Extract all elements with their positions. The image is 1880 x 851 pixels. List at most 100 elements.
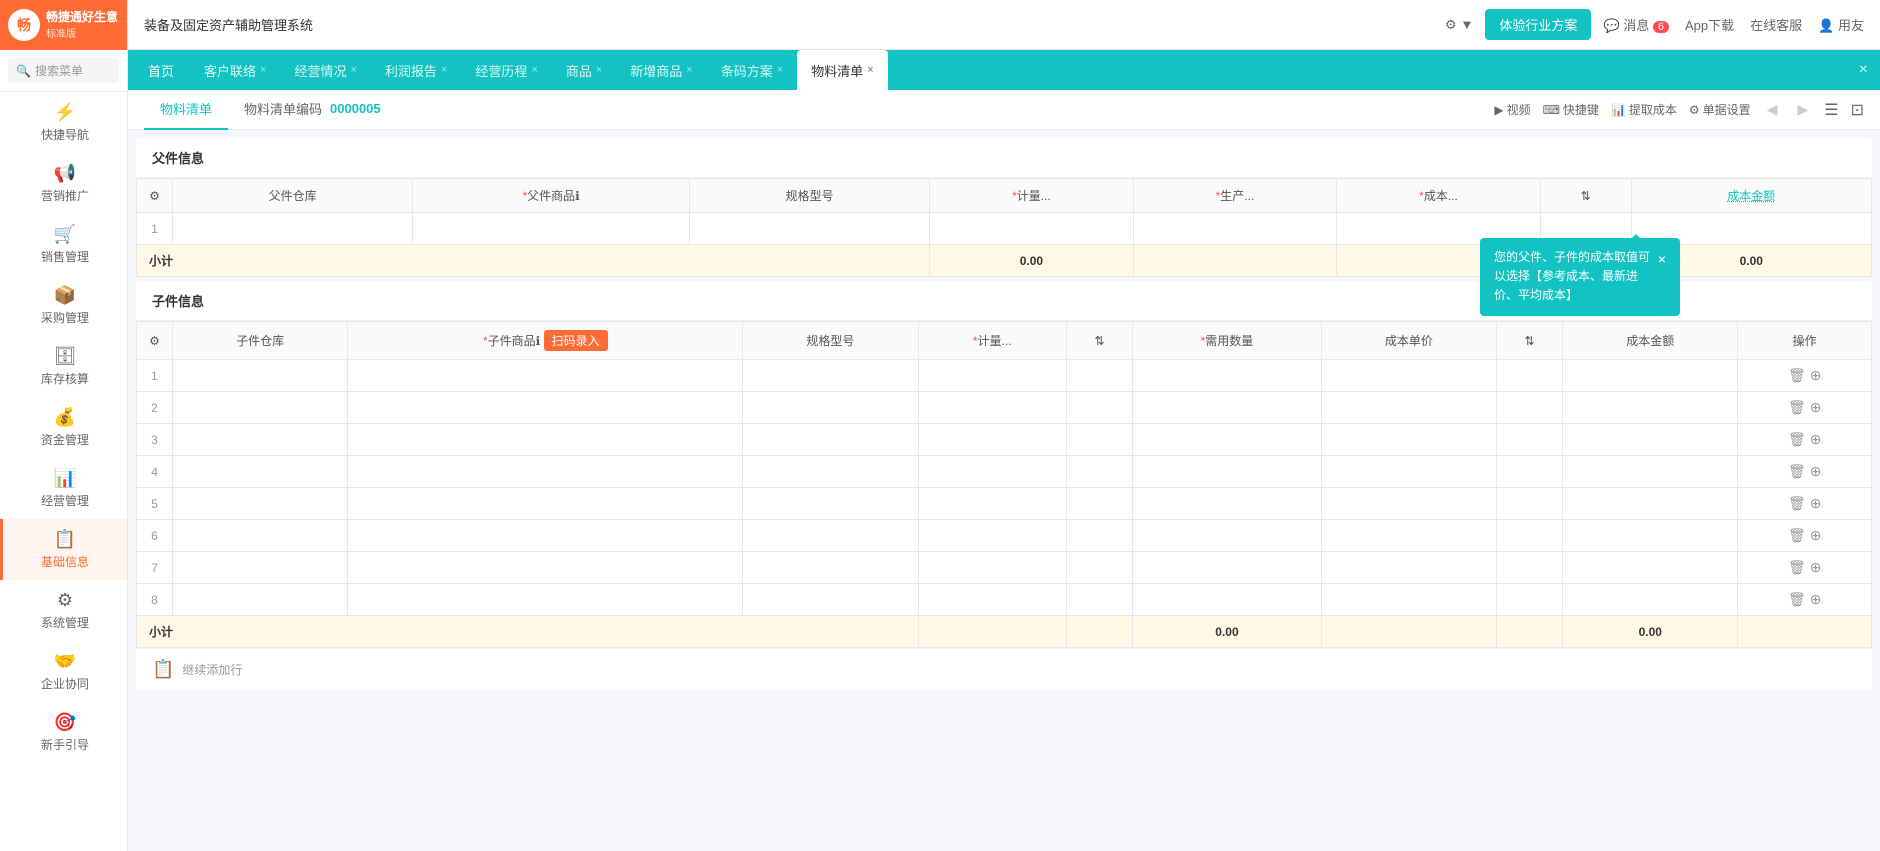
child-warehouse-cell[interactable] (173, 552, 348, 584)
child-qty-cell[interactable] (1133, 360, 1322, 392)
child-unit-cell[interactable] (918, 584, 1066, 616)
th-settings[interactable]: ⚙ (137, 179, 173, 213)
child-spec-cell[interactable] (743, 424, 918, 456)
child-unit-cell[interactable] (918, 360, 1066, 392)
child-product-cell[interactable] (348, 520, 743, 552)
child-warehouse-cell[interactable] (173, 456, 348, 488)
user-menu[interactable]: 👤 用友 (1818, 15, 1864, 34)
child-qty-cell[interactable] (1133, 456, 1322, 488)
child-unit-cost-cell[interactable] (1321, 584, 1496, 616)
child-spec-cell[interactable] (743, 392, 918, 424)
child-spec-cell[interactable] (743, 520, 918, 552)
nav-close-all-btn[interactable]: × (1851, 61, 1876, 79)
delete-icon[interactable]: 🗑 (1788, 431, 1806, 448)
close-icon[interactable]: × (350, 64, 356, 76)
parent-unit-cell[interactable] (930, 213, 1134, 245)
nav-tab-operations[interactable]: 经营情况 × (280, 50, 370, 90)
delete-icon[interactable]: 🗑 (1788, 367, 1806, 384)
child-warehouse-cell[interactable] (173, 424, 348, 456)
child-unit-cell[interactable] (918, 456, 1066, 488)
video-link[interactable]: ▶ 视频 (1494, 101, 1530, 118)
child-spec-cell[interactable] (743, 552, 918, 584)
child-spec-cell[interactable] (743, 584, 918, 616)
nav-tab-products[interactable]: 商品 × (552, 50, 616, 90)
close-icon[interactable]: × (260, 64, 266, 76)
child-product-cell[interactable] (348, 488, 743, 520)
sidebar-item-5[interactable]: 💰 资金管理 (0, 397, 127, 458)
child-unit-cell[interactable] (918, 520, 1066, 552)
child-qty-cell[interactable] (1133, 584, 1322, 616)
sidebar-item-7[interactable]: 📋 基础信息 (0, 519, 127, 580)
child-product-cell[interactable] (348, 360, 743, 392)
sidebar-item-10[interactable]: 🎯 新手引导 (0, 702, 127, 763)
child-warehouse-cell[interactable] (173, 520, 348, 552)
copy-icon[interactable]: ⊕ (1810, 527, 1822, 544)
nav-tab-profit[interactable]: 利润报告 × (371, 50, 461, 90)
close-icon[interactable]: × (777, 64, 783, 76)
child-unit-cost-cell[interactable] (1321, 392, 1496, 424)
parent-warehouse-cell[interactable] (173, 213, 413, 245)
child-product-cell[interactable] (348, 584, 743, 616)
child-qty-cell[interactable] (1133, 392, 1322, 424)
copy-icon[interactable]: ⊕ (1810, 463, 1822, 480)
prev-arrow[interactable]: ◀ (1763, 99, 1782, 120)
child-unit-cost-cell[interactable] (1321, 520, 1496, 552)
tooltip-close-btn[interactable]: × (1658, 248, 1666, 270)
child-product-cell[interactable] (348, 456, 743, 488)
close-icon[interactable]: × (441, 64, 447, 76)
nav-tab-history[interactable]: 经营历程 × (461, 50, 551, 90)
child-warehouse-cell[interactable] (173, 584, 348, 616)
delete-icon[interactable]: 🗑 (1788, 527, 1806, 544)
child-warehouse-cell[interactable] (173, 488, 348, 520)
th-child-settings[interactable]: ⚙ (137, 322, 173, 360)
child-unit-cost-cell[interactable] (1321, 360, 1496, 392)
child-qty-cell[interactable] (1133, 552, 1322, 584)
delete-icon[interactable]: 🗑 (1788, 463, 1806, 480)
child-unit-cost-cell[interactable] (1321, 552, 1496, 584)
expand-icon[interactable]: ⊡ (1851, 100, 1864, 120)
add-row-icon[interactable]: 📋 (152, 659, 174, 680)
layout-icon[interactable]: ☰ (1824, 100, 1838, 120)
copy-icon[interactable]: ⊕ (1810, 559, 1822, 576)
child-product-cell[interactable] (348, 424, 743, 456)
parent-spec-cell[interactable] (689, 213, 929, 245)
shortcut-link[interactable]: ⌨ 快捷键 (1543, 101, 1599, 118)
topbar-settings[interactable]: ⚙ ▼ (1445, 17, 1474, 33)
child-spec-cell[interactable] (743, 456, 918, 488)
messages-link[interactable]: 💬 消息 6 (1603, 15, 1669, 34)
close-icon[interactable]: × (867, 64, 873, 76)
copy-icon[interactable]: ⊕ (1810, 367, 1822, 384)
app-download-link[interactable]: App下载 (1685, 15, 1734, 34)
nav-tab-bom[interactable]: 物料清单 × (797, 50, 887, 90)
child-spec-cell[interactable] (743, 360, 918, 392)
service-link[interactable]: 在线客服 (1750, 15, 1802, 34)
child-spec-cell[interactable] (743, 488, 918, 520)
delete-icon[interactable]: 🗑 (1788, 591, 1806, 608)
nav-tab-customer[interactable]: 客户联络 × (190, 50, 280, 90)
scan-btn[interactable]: 扫码录入 (544, 330, 608, 351)
child-unit-cost-cell[interactable] (1321, 456, 1496, 488)
child-unit-cell[interactable] (918, 424, 1066, 456)
sidebar-item-0[interactable]: ⚡ 快捷导航 (0, 92, 127, 153)
child-unit-cell[interactable] (918, 392, 1066, 424)
nav-tab-home[interactable]: 首页 (132, 50, 190, 90)
delete-icon[interactable]: 🗑 (1788, 495, 1806, 512)
copy-icon[interactable]: ⊕ (1810, 591, 1822, 608)
extract-cost-link[interactable]: 📊 提取成本 (1611, 101, 1677, 118)
experience-btn[interactable]: 体验行业方案 (1485, 9, 1591, 40)
copy-icon[interactable]: ⊕ (1810, 399, 1822, 416)
next-arrow[interactable]: ▶ (1793, 99, 1812, 120)
close-icon[interactable]: × (531, 64, 537, 76)
nav-tab-new-product[interactable]: 新增商品 × (616, 50, 706, 90)
close-icon[interactable]: × (596, 64, 602, 76)
delete-icon[interactable]: 🗑 (1788, 399, 1806, 416)
child-unit-cell[interactable] (918, 552, 1066, 584)
child-qty-cell[interactable] (1133, 488, 1322, 520)
nav-tab-barcode[interactable]: 条码方案 × (707, 50, 797, 90)
child-qty-cell[interactable] (1133, 520, 1322, 552)
child-product-cell[interactable] (348, 552, 743, 584)
parent-produce-cell[interactable] (1133, 213, 1337, 245)
child-unit-cell[interactable] (918, 488, 1066, 520)
child-warehouse-cell[interactable] (173, 392, 348, 424)
sub-tab-bom-code[interactable]: 物料清单编码 0000005 (228, 90, 397, 130)
